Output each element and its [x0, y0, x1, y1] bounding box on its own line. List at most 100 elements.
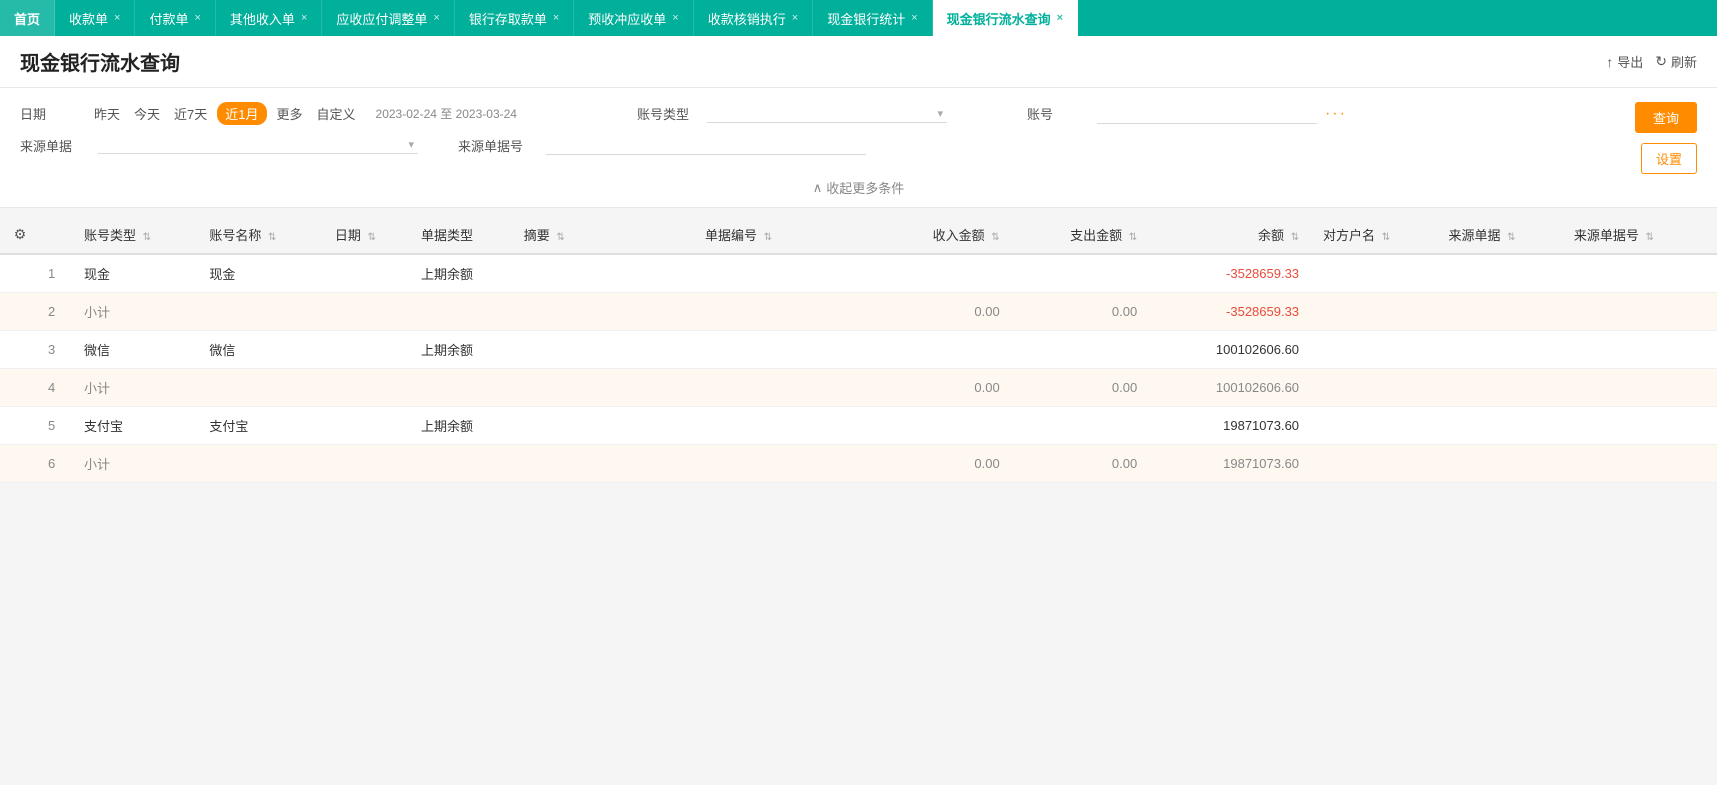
- nav-tab-7[interactable]: 现金银行统计 ×: [813, 0, 932, 36]
- date-opt-yesterday[interactable]: 昨天: [90, 102, 124, 125]
- nav-tab-1-close[interactable]: ×: [194, 12, 200, 24]
- nav-tab-5[interactable]: 预收冲应收单 ×: [574, 0, 693, 36]
- page-title: 现金银行流水查询: [20, 47, 180, 76]
- nav-tab-3-close[interactable]: ×: [433, 12, 439, 24]
- expense-sort: ⇅: [1129, 232, 1137, 243]
- income-sort: ⇅: [991, 232, 999, 243]
- counterparty-column-header[interactable]: 对方户名 ⇅: [1315, 216, 1440, 254]
- account-input[interactable]: [1097, 104, 1317, 124]
- main-table: ⚙ 账号类型 ⇅ 账号名称 ⇅ 日期 ⇅ 单据类型: [0, 216, 1717, 483]
- row-balance-3: 100102606.60: [1153, 369, 1315, 407]
- top-nav: 首页 收款单 × 付款单 × 其他收入单 × 应收应付调整单 × 银行存取款单 …: [0, 0, 1717, 36]
- row-doc-no-1: [697, 293, 878, 331]
- expense-column-header[interactable]: 支出金额 ⇅: [1016, 216, 1154, 254]
- row-expense-1: 0.00: [1016, 293, 1154, 331]
- export-icon: ↑: [1606, 54, 1613, 70]
- nav-tab-4[interactable]: 银行存取款单 ×: [455, 0, 574, 36]
- row-index-1: 2: [40, 293, 76, 331]
- row-doc-no-0: [697, 254, 878, 293]
- summary-column-header[interactable]: 摘要 ⇅: [516, 216, 697, 254]
- date-opt-more[interactable]: 更多: [273, 102, 307, 125]
- nav-tab-0-close[interactable]: ×: [114, 12, 120, 24]
- row-source-doc-no-3: [1566, 369, 1717, 407]
- row-account-type-5: 小计: [76, 445, 201, 483]
- row-index-0: 1: [40, 254, 76, 293]
- nav-tab-1[interactable]: 付款单 ×: [135, 0, 215, 36]
- source-doc-chevron: ▾: [408, 138, 414, 151]
- date-opt-7days[interactable]: 近7天: [170, 102, 211, 125]
- row-summary-3: [516, 369, 697, 407]
- date-opt-1month[interactable]: 近1月: [217, 102, 266, 125]
- table-body: 1 现金 现金 上期余额 -3528659.33 2 小计 0.00 0.00 …: [0, 254, 1717, 483]
- nav-tab-0[interactable]: 收款单 ×: [55, 0, 135, 36]
- account-type-select[interactable]: ▾: [707, 105, 947, 123]
- settings-button[interactable]: 设置: [1641, 143, 1697, 174]
- nav-tab-2[interactable]: 其他收入单 ×: [216, 0, 322, 36]
- counterparty-sort: ⇅: [1382, 232, 1390, 243]
- row-doc-type-3: [413, 369, 516, 407]
- row-gear-0: [0, 254, 40, 293]
- row-summary-2: [516, 331, 697, 369]
- source-doc-label: 来源单据: [20, 136, 90, 155]
- account-label: 账号: [1027, 104, 1097, 123]
- income-column-header[interactable]: 收入金额 ⇅: [878, 216, 1016, 254]
- row-income-0: [878, 254, 1016, 293]
- account-name-column-header[interactable]: 账号名称 ⇅: [201, 216, 326, 254]
- row-doc-type-2: 上期余额: [413, 331, 516, 369]
- nav-tab-3[interactable]: 应收应付调整单 ×: [322, 0, 454, 36]
- collapse-icon: ∧: [813, 180, 823, 196]
- row-summary-4: [516, 407, 697, 445]
- refresh-icon: ↻: [1655, 53, 1667, 70]
- date-opt-custom[interactable]: 自定义: [313, 102, 360, 125]
- row-summary-5: [516, 445, 697, 483]
- row-expense-5: 0.00: [1016, 445, 1154, 483]
- source-doc-select[interactable]: ▾: [98, 136, 418, 154]
- account-type-column-header[interactable]: 账号类型 ⇅: [76, 216, 201, 254]
- date-opt-today[interactable]: 今天: [130, 102, 164, 125]
- row-date-1: [327, 293, 413, 331]
- gear-icon: ⚙: [14, 226, 27, 242]
- balance-column-header[interactable]: 余额 ⇅: [1153, 216, 1315, 254]
- account-name-header-label: 账号名称: [209, 228, 261, 243]
- nav-home[interactable]: 首页: [0, 0, 55, 36]
- row-index-4: 5: [40, 407, 76, 445]
- collapse-bar[interactable]: ∧ 收起更多条件: [20, 178, 1697, 197]
- nav-tab-6[interactable]: 收款核销执行 ×: [694, 0, 813, 36]
- row-balance-5: 19871073.60: [1153, 445, 1315, 483]
- account-type-chevron: ▾: [937, 107, 943, 120]
- source-doc-column-header[interactable]: 来源单据 ⇅: [1440, 216, 1565, 254]
- nav-tab-2-close[interactable]: ×: [301, 12, 307, 24]
- date-column-header[interactable]: 日期 ⇅: [327, 216, 413, 254]
- table-row: 6 小计 0.00 0.00 19871073.60: [0, 445, 1717, 483]
- counterparty-header-label: 对方户名: [1323, 228, 1375, 243]
- gear-column-header[interactable]: ⚙: [0, 216, 40, 254]
- date-header-label: 日期: [335, 228, 361, 243]
- export-button[interactable]: ↑ 导出: [1606, 52, 1643, 71]
- nav-tab-4-close[interactable]: ×: [553, 12, 559, 24]
- query-button[interactable]: 查询: [1635, 102, 1697, 133]
- nav-tab-7-close[interactable]: ×: [911, 12, 917, 24]
- nav-tab-6-close[interactable]: ×: [792, 12, 798, 24]
- row-gear-1: [0, 293, 40, 331]
- refresh-button[interactable]: ↻ 刷新: [1655, 52, 1697, 71]
- table-header: ⚙ 账号类型 ⇅ 账号名称 ⇅ 日期 ⇅ 单据类型: [0, 216, 1717, 254]
- row-expense-0: [1016, 254, 1154, 293]
- source-doc-no-label: 来源单据号: [458, 136, 538, 155]
- row-source-doc-no-0: [1566, 254, 1717, 293]
- table-row: 5 支付宝 支付宝 上期余额 19871073.60: [0, 407, 1717, 445]
- account-type-label: 账号类型: [637, 104, 707, 123]
- nav-tab-8-close[interactable]: ×: [1057, 12, 1063, 24]
- account-dots-btn[interactable]: ···: [1325, 105, 1347, 123]
- nav-tab-8[interactable]: 现金银行流水查询 ×: [933, 0, 1078, 36]
- row-summary-1: [516, 293, 697, 331]
- row-doc-type-5: [413, 445, 516, 483]
- doc-type-header-label: 单据类型: [421, 228, 473, 243]
- account-type-sort: ⇅: [143, 232, 151, 243]
- source-doc-no-input[interactable]: [546, 135, 866, 155]
- nav-tab-5-close[interactable]: ×: [672, 12, 678, 24]
- income-header-label: 收入金额: [933, 228, 985, 243]
- source-doc-no-column-header[interactable]: 来源单据号 ⇅: [1566, 216, 1717, 254]
- account-name-sort: ⇅: [268, 232, 276, 243]
- row-account-name-0: 现金: [201, 254, 326, 293]
- doc-no-column-header[interactable]: 单据编号 ⇅: [697, 216, 878, 254]
